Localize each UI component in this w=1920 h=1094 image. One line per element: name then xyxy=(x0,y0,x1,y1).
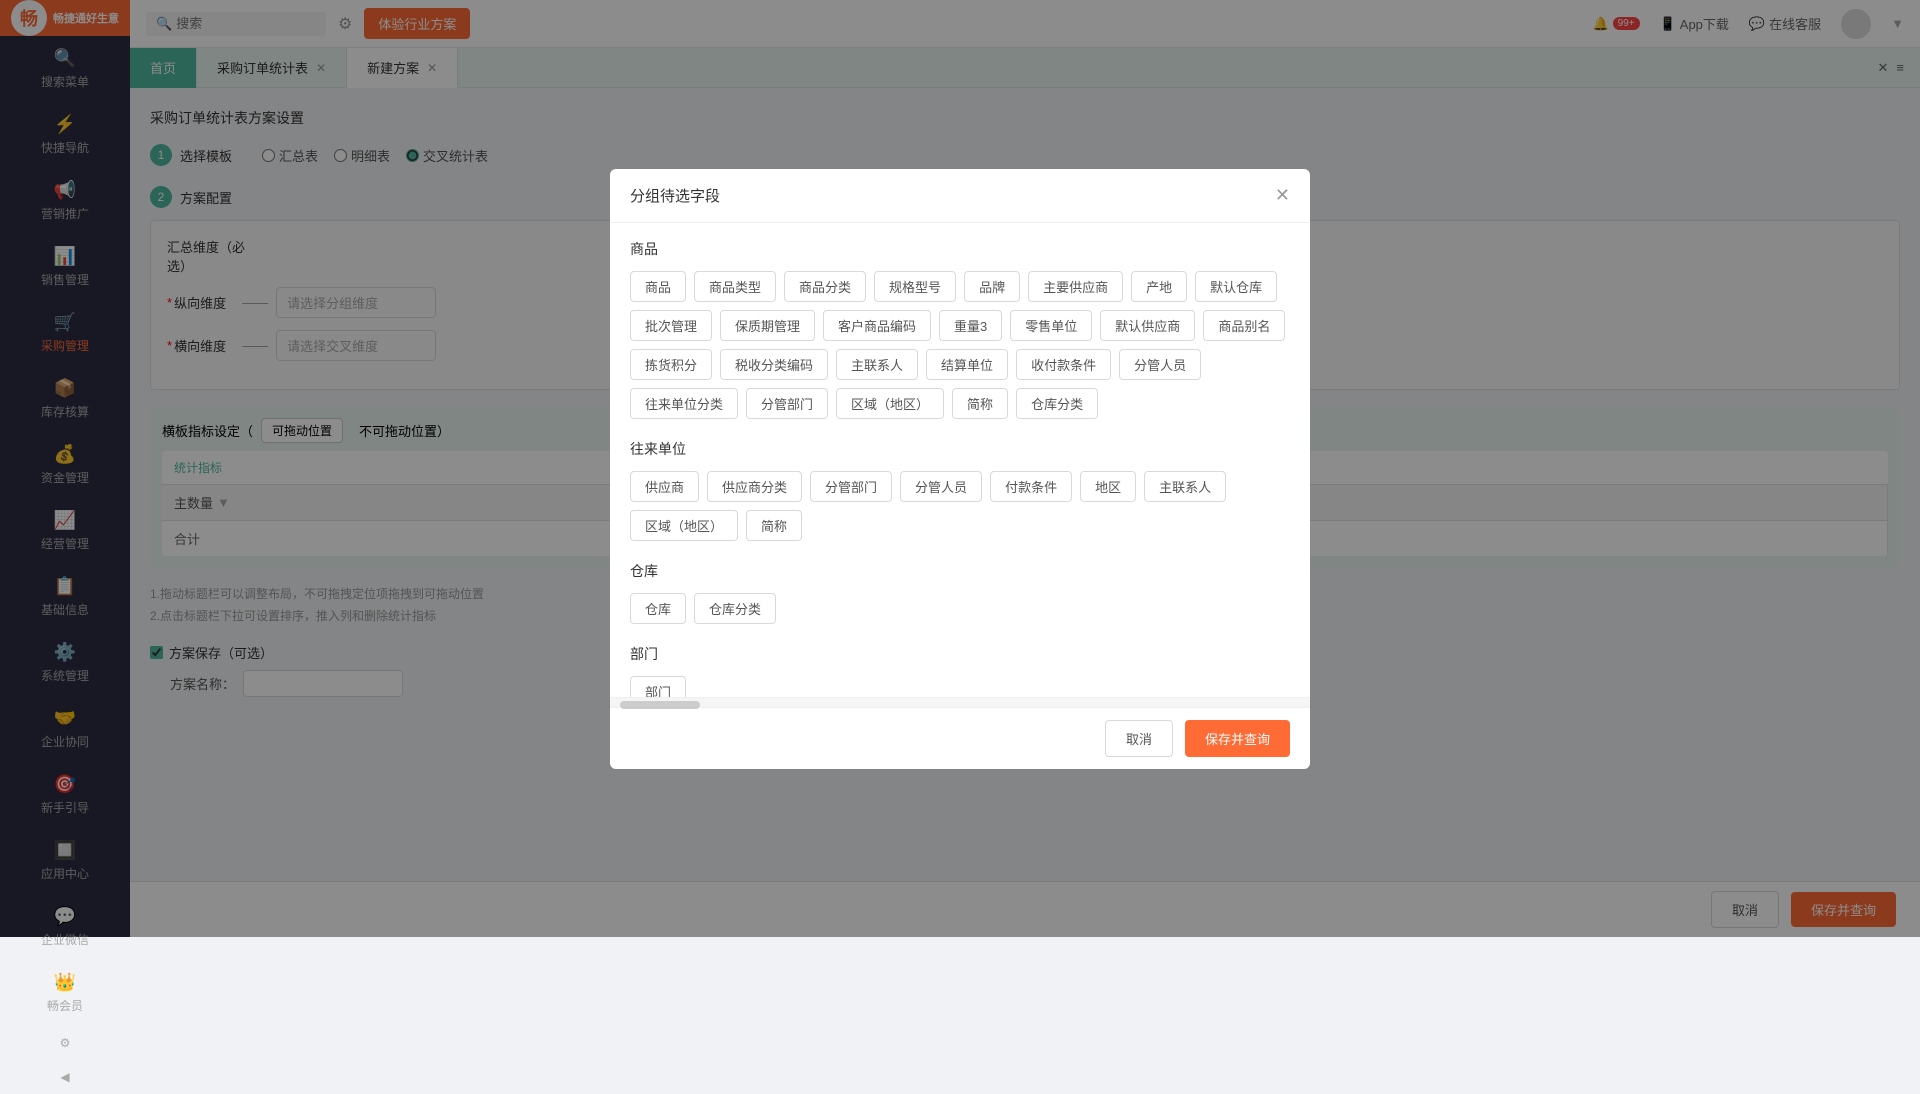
modal-overlay: 分组待选字段 ✕ 商品 商品 商品类型 商品分类 规格型号 品牌 主要供应商 产… xyxy=(0,0,1920,937)
section-counterparty-title: 往来单位 xyxy=(630,439,1290,459)
department-tags: 部门 xyxy=(630,676,1290,698)
tag-cp-2[interactable]: 供应商分类 xyxy=(707,471,802,502)
tag-goods-13[interactable]: 零售单位 xyxy=(1010,310,1092,341)
tag-goods-2[interactable]: 商品类型 xyxy=(694,271,776,302)
modal-cancel-btn[interactable]: 取消 xyxy=(1105,720,1173,757)
tag-goods-22[interactable]: 往来单位分类 xyxy=(630,388,738,419)
tag-wh-1[interactable]: 仓库 xyxy=(630,593,686,624)
tag-wh-2[interactable]: 仓库分类 xyxy=(694,593,776,624)
tag-goods-5[interactable]: 品牌 xyxy=(964,271,1020,302)
section-goods-title: 商品 xyxy=(630,239,1290,259)
sidebar-label-member: 畅会员 xyxy=(47,997,83,1014)
sidebar-settings-btn[interactable]: ⚙ xyxy=(0,1026,130,1060)
tag-cp-5[interactable]: 付款条件 xyxy=(990,471,1072,502)
tag-goods-25[interactable]: 简称 xyxy=(952,388,1008,419)
tag-goods-26[interactable]: 仓库分类 xyxy=(1016,388,1098,419)
tag-goods-1[interactable]: 商品 xyxy=(630,271,686,302)
tag-goods-17[interactable]: 税收分类编码 xyxy=(720,349,828,380)
tag-goods-16[interactable]: 拣货积分 xyxy=(630,349,712,380)
modal-body: 商品 商品 商品类型 商品分类 规格型号 品牌 主要供应商 产地 默认仓库 批次… xyxy=(610,223,1310,698)
hscroll-thumb[interactable] xyxy=(620,701,700,709)
counterparty-tags: 供应商 供应商分类 分管部门 分管人员 付款条件 地区 主联系人 区域（地区） … xyxy=(630,471,1290,541)
section-warehouse: 仓库 仓库 仓库分类 xyxy=(630,561,1290,624)
field-select-modal: 分组待选字段 ✕ 商品 商品 商品类型 商品分类 规格型号 品牌 主要供应商 产… xyxy=(610,169,1310,769)
tag-goods-18[interactable]: 主联系人 xyxy=(836,349,918,380)
tag-cp-7[interactable]: 主联系人 xyxy=(1144,471,1226,502)
settings-icon: ⚙ xyxy=(60,1036,71,1050)
tag-goods-9[interactable]: 批次管理 xyxy=(630,310,712,341)
goods-tags: 商品 商品类型 商品分类 规格型号 品牌 主要供应商 产地 默认仓库 批次管理 … xyxy=(630,271,1290,419)
tag-goods-20[interactable]: 收付款条件 xyxy=(1016,349,1111,380)
tag-goods-19[interactable]: 结算单位 xyxy=(926,349,1008,380)
section-department-title: 部门 xyxy=(630,644,1290,664)
warehouse-tags: 仓库 仓库分类 xyxy=(630,593,1290,624)
sidebar-item-member[interactable]: 👑 畅会员 xyxy=(0,960,130,1026)
modal-header: 分组待选字段 ✕ xyxy=(610,169,1310,223)
tag-goods-24[interactable]: 区域（地区） xyxy=(836,388,944,419)
modal-close-btn[interactable]: ✕ xyxy=(1275,185,1290,206)
modal-footer: 取消 保存并查询 xyxy=(610,707,1310,769)
tag-goods-7[interactable]: 产地 xyxy=(1131,271,1187,302)
tag-goods-23[interactable]: 分管部门 xyxy=(746,388,828,419)
tag-goods-10[interactable]: 保质期管理 xyxy=(720,310,815,341)
member-icon: 👑 xyxy=(54,972,76,993)
tag-cp-9[interactable]: 简称 xyxy=(746,510,802,541)
tag-cp-1[interactable]: 供应商 xyxy=(630,471,699,502)
tag-cp-8[interactable]: 区域（地区） xyxy=(630,510,738,541)
tag-goods-6[interactable]: 主要供应商 xyxy=(1028,271,1123,302)
tag-goods-4[interactable]: 规格型号 xyxy=(874,271,956,302)
modal-title: 分组待选字段 xyxy=(630,185,720,206)
tag-goods-14[interactable]: 默认供应商 xyxy=(1100,310,1195,341)
tag-goods-15[interactable]: 商品别名 xyxy=(1203,310,1285,341)
sidebar-collapse-btn[interactable]: ◀ xyxy=(0,1060,130,1094)
tag-cp-6[interactable]: 地区 xyxy=(1080,471,1136,502)
section-goods: 商品 商品 商品类型 商品分类 规格型号 品牌 主要供应商 产地 默认仓库 批次… xyxy=(630,239,1290,419)
tag-goods-11[interactable]: 客户商品编码 xyxy=(823,310,931,341)
tag-goods-21[interactable]: 分管人员 xyxy=(1119,349,1201,380)
collapse-icon: ◀ xyxy=(60,1070,69,1084)
tag-cp-3[interactable]: 分管部门 xyxy=(810,471,892,502)
section-counterparty: 往来单位 供应商 供应商分类 分管部门 分管人员 付款条件 地区 主联系人 区域… xyxy=(630,439,1290,541)
tag-goods-8[interactable]: 默认仓库 xyxy=(1195,271,1277,302)
tag-cp-4[interactable]: 分管人员 xyxy=(900,471,982,502)
modal-hscroll[interactable] xyxy=(610,697,1310,706)
sidebar-bottom: ⚙ ◀ xyxy=(0,1026,130,1094)
tag-goods-12[interactable]: 重量3 xyxy=(939,310,1002,341)
section-warehouse-title: 仓库 xyxy=(630,561,1290,581)
tag-dept-1[interactable]: 部门 xyxy=(630,676,686,698)
tag-goods-3[interactable]: 商品分类 xyxy=(784,271,866,302)
modal-save-btn[interactable]: 保存并查询 xyxy=(1185,720,1290,757)
section-department: 部门 部门 xyxy=(630,644,1290,698)
